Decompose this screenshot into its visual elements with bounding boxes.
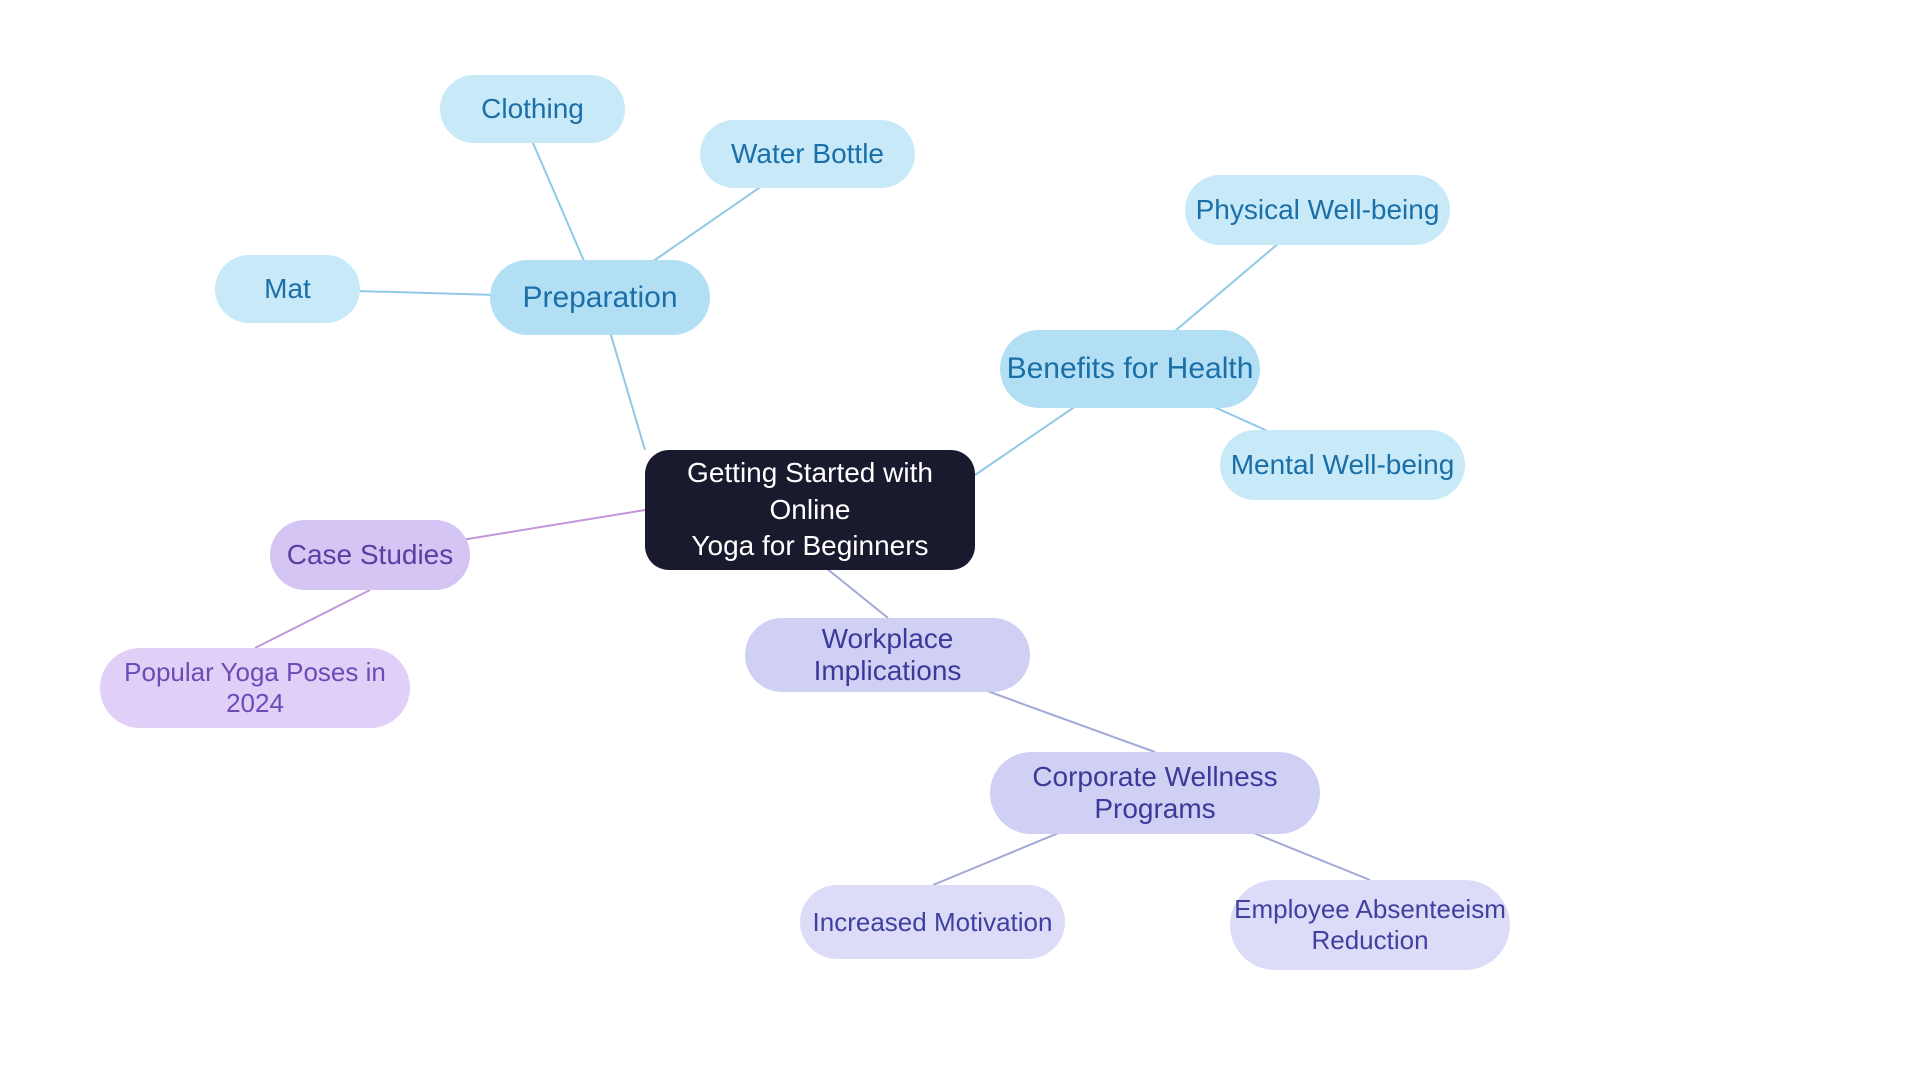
preparation-node[interactable]: Preparation	[490, 260, 710, 335]
clothing-node[interactable]: Clothing	[440, 75, 625, 143]
physical-wellbeing-label: Physical Well-being	[1196, 194, 1440, 226]
mat-node[interactable]: Mat	[215, 255, 360, 323]
water-bottle-label: Water Bottle	[731, 138, 884, 170]
employee-absenteeism-label: Employee Absenteeism Reduction	[1234, 894, 1506, 956]
center-label: Getting Started with Online Yoga for Beg…	[645, 455, 975, 564]
increased-motivation-node[interactable]: Increased Motivation	[800, 885, 1065, 959]
popular-yoga-poses-node[interactable]: Popular Yoga Poses in 2024	[100, 648, 410, 728]
workplace-implications-label: Workplace Implications	[745, 623, 1030, 687]
benefits-health-node[interactable]: Benefits for Health	[1000, 330, 1260, 408]
mat-label: Mat	[264, 273, 311, 305]
case-studies-node[interactable]: Case Studies	[270, 520, 470, 590]
corporate-wellness-node[interactable]: Corporate Wellness Programs	[990, 752, 1320, 834]
preparation-label: Preparation	[522, 281, 677, 315]
center-node[interactable]: Getting Started with Online Yoga for Beg…	[645, 450, 975, 570]
mental-wellbeing-node[interactable]: Mental Well-being	[1220, 430, 1465, 500]
mental-wellbeing-label: Mental Well-being	[1231, 449, 1455, 481]
workplace-implications-node[interactable]: Workplace Implications	[745, 618, 1030, 692]
case-studies-label: Case Studies	[287, 539, 454, 571]
popular-yoga-poses-label: Popular Yoga Poses in 2024	[100, 657, 410, 719]
increased-motivation-label: Increased Motivation	[813, 907, 1053, 938]
benefits-health-label: Benefits for Health	[1007, 352, 1254, 386]
employee-absenteeism-node[interactable]: Employee Absenteeism Reduction	[1230, 880, 1510, 970]
corporate-wellness-label: Corporate Wellness Programs	[990, 761, 1320, 825]
water-bottle-node[interactable]: Water Bottle	[700, 120, 915, 188]
clothing-label: Clothing	[481, 93, 584, 125]
physical-wellbeing-node[interactable]: Physical Well-being	[1185, 175, 1450, 245]
